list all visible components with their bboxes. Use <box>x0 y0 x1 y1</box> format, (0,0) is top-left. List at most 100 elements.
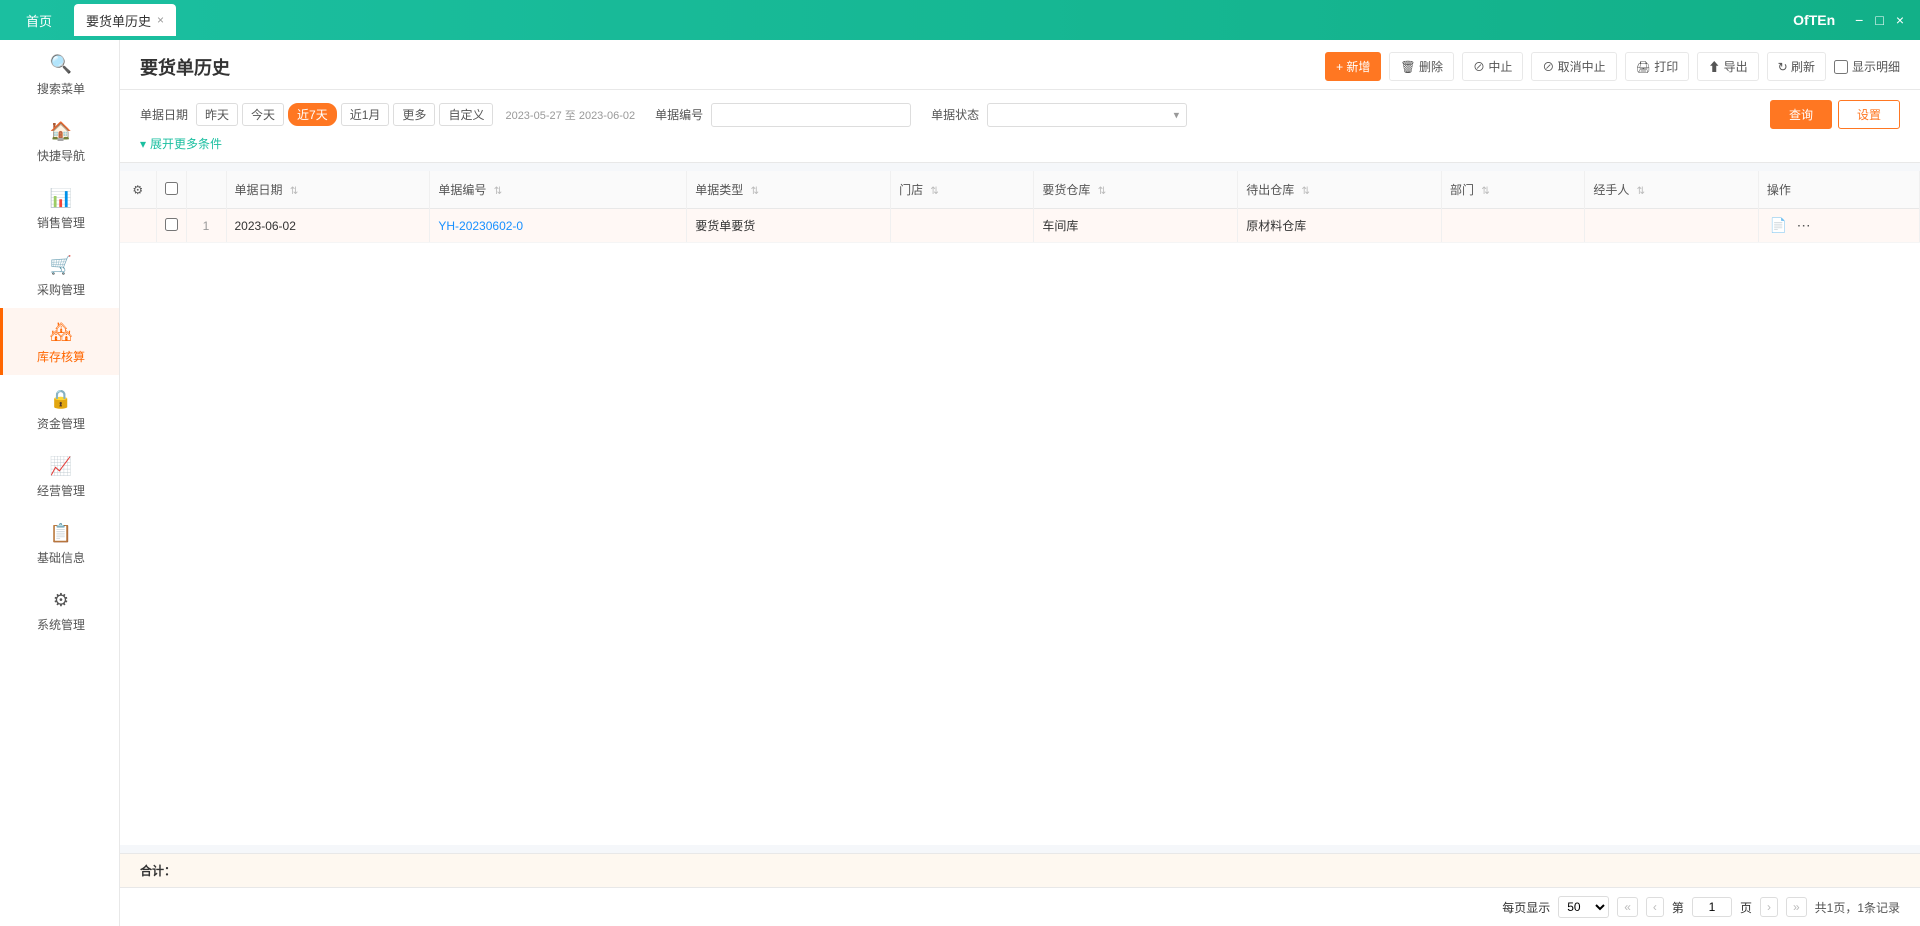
expand-more-icon: ▾ <box>140 137 146 151</box>
pagination: 每页显示 10 20 50 100 « ‹ 第 页 › » 共1页，1条记录 <box>120 887 1920 926</box>
last-page-button[interactable]: » <box>1786 897 1807 917</box>
table-body: 1 2023-06-02 YH-20230602-0 要货单要货 车间库 原材料… <box>120 209 1920 243</box>
col-num <box>186 171 226 209</box>
sidebar-item-inventory[interactable]: 🏘 库存核算 <box>0 308 119 375</box>
col-checkbox[interactable] <box>156 171 186 209</box>
sidebar-item-search-label: 搜索菜单 <box>37 80 85 97</box>
date-filter-group: 单据日期 昨天 今天 近7天 近1月 更多 自定义 2023-05-27 至 2… <box>140 103 635 126</box>
col-doc-date-label: 单据日期 <box>235 183 283 197</box>
sort-pending-warehouse-icon[interactable]: ⇅ <box>1302 186 1310 197</box>
page-label: 第 <box>1672 899 1684 916</box>
doc-status-select-wrapper <box>987 103 1187 127</box>
tab-home[interactable]: 首页 <box>8 0 70 40</box>
date-btn-today[interactable]: 今天 <box>242 103 284 126</box>
row-doc-no[interactable]: YH-20230602-0 <box>430 209 687 243</box>
search-icon: 🔍 <box>50 54 72 75</box>
sidebar-item-sales[interactable]: 📊 销售管理 <box>0 174 119 241</box>
export-button[interactable]: ⬆ 导出 <box>1697 52 1758 81</box>
date-btn-custom[interactable]: 自定义 <box>439 103 493 126</box>
date-btn-more[interactable]: 更多 <box>393 103 435 126</box>
col-handler-label: 经手人 <box>1593 183 1629 197</box>
col-doc-no: 单据编号 ⇅ <box>430 171 687 209</box>
total-info: 共1页，1条记录 <box>1815 899 1900 916</box>
sidebar-item-search[interactable]: 🔍 搜索菜单 <box>0 40 119 107</box>
col-settings[interactable]: ⚙ <box>120 171 156 209</box>
settings-button[interactable]: 设置 <box>1838 100 1900 129</box>
brand-label: OfTEn <box>1793 12 1843 28</box>
doc-status-select[interactable] <box>987 103 1187 127</box>
system-icon: ⚙ <box>53 590 69 611</box>
row-handler <box>1585 209 1759 243</box>
sidebar-item-basic[interactable]: 📋 基础信息 <box>0 509 119 576</box>
sort-doc-no-icon[interactable]: ⇅ <box>494 186 502 197</box>
tab-list: 首页 要货单历史 × <box>8 0 1793 40</box>
filter-row-1: 单据日期 昨天 今天 近7天 近1月 更多 自定义 2023-05-27 至 2… <box>140 100 1900 129</box>
new-button[interactable]: + 新增 <box>1325 52 1381 81</box>
delete-button[interactable]: 🗑 删除 <box>1389 52 1454 81</box>
window-minimize-button[interactable]: − <box>1855 12 1863 28</box>
query-button[interactable]: 查询 <box>1770 100 1832 129</box>
doc-no-link[interactable]: YH-20230602-0 <box>438 219 523 233</box>
tab-close-icon[interactable]: × <box>157 13 164 27</box>
sort-req-warehouse-icon[interactable]: ⇅ <box>1098 186 1106 197</box>
sort-doc-type-icon[interactable]: ⇅ <box>751 186 759 197</box>
col-department: 部门 ⇅ <box>1442 171 1585 209</box>
sidebar-item-nav-label: 快捷导航 <box>37 147 85 164</box>
select-all-checkbox[interactable] <box>165 182 178 195</box>
date-btn-1month[interactable]: 近1月 <box>341 103 390 126</box>
tab-history[interactable]: 要货单历史 × <box>74 4 176 36</box>
col-doc-no-label: 单据编号 <box>438 183 486 197</box>
row-more-icon[interactable]: ⋯ <box>1797 217 1811 233</box>
next-page-button[interactable]: › <box>1760 897 1778 917</box>
row-num: 1 <box>186 209 226 243</box>
doc-no-filter-group: 单据编号 <box>655 103 911 127</box>
window-close-button[interactable]: × <box>1896 12 1904 28</box>
col-req-warehouse-label: 要货仓库 <box>1042 183 1090 197</box>
sort-department-icon[interactable]: ⇅ <box>1481 186 1489 197</box>
sidebar-item-operation[interactable]: 📈 经营管理 <box>0 442 119 509</box>
page-number-input[interactable] <box>1692 897 1732 917</box>
col-pending-warehouse: 待出仓库 ⇅ <box>1238 171 1442 209</box>
row-req-warehouse: 车间库 <box>1034 209 1238 243</box>
row-department <box>1442 209 1585 243</box>
toolbar: + 新增 🗑 删除 ⊘ 中止 ⊘ 取消中止 🖨 打印 ⬆ 导出 ↻ 刷新 显示明… <box>1325 52 1900 81</box>
sidebar-item-system-label: 系统管理 <box>37 616 85 633</box>
row-settings <box>120 209 156 243</box>
sidebar: 🔍 搜索菜单 🏠 快捷导航 📊 销售管理 🛒 采购管理 🏘 库存核算 🔒 资金管… <box>0 40 120 926</box>
show-detail-label: 显示明细 <box>1852 58 1900 75</box>
row-view-icon[interactable]: 📄 <box>1770 217 1787 233</box>
show-detail-checkbox[interactable] <box>1834 60 1848 74</box>
expand-more-btn[interactable]: ▾ 展开更多条件 <box>140 135 1900 152</box>
window-maximize-button[interactable]: □ <box>1875 12 1883 28</box>
col-department-label: 部门 <box>1450 183 1474 197</box>
sort-handler-icon[interactable]: ⇅ <box>1637 186 1645 197</box>
col-doc-type-label: 单据类型 <box>695 183 743 197</box>
sort-store-icon[interactable]: ⇅ <box>930 186 938 197</box>
prev-page-button[interactable]: ‹ <box>1646 897 1664 917</box>
basic-icon: 📋 <box>50 523 72 544</box>
filter-bar: 单据日期 昨天 今天 近7天 近1月 更多 自定义 2023-05-27 至 2… <box>120 90 1920 163</box>
sort-doc-date-icon[interactable]: ⇅ <box>290 186 298 197</box>
sidebar-item-finance[interactable]: 🔒 资金管理 <box>0 375 119 442</box>
stop-button[interactable]: ⊘ 中止 <box>1462 52 1523 81</box>
date-btn-7days[interactable]: 近7天 <box>288 103 337 126</box>
col-operation-label: 操作 <box>1767 183 1791 197</box>
table-row: 1 2023-06-02 YH-20230602-0 要货单要货 车间库 原材料… <box>120 209 1920 243</box>
date-filter-label: 单据日期 <box>140 106 188 123</box>
print-button[interactable]: 🖨 打印 <box>1625 52 1690 81</box>
row-checkbox[interactable] <box>165 218 178 231</box>
sidebar-item-purchase[interactable]: 🛒 采购管理 <box>0 241 119 308</box>
row-checkbox-cell[interactable] <box>156 209 186 243</box>
sidebar-item-nav[interactable]: 🏠 快捷导航 <box>0 107 119 174</box>
date-btn-yesterday[interactable]: 昨天 <box>196 103 238 126</box>
purchase-icon: 🛒 <box>50 255 72 276</box>
date-range-text: 2023-05-27 至 2023-06-02 <box>505 107 635 123</box>
home-icon: 🏠 <box>50 121 72 142</box>
per-page-select[interactable]: 10 20 50 100 <box>1558 896 1609 918</box>
doc-no-input[interactable] <box>711 103 911 127</box>
first-page-button[interactable]: « <box>1617 897 1638 917</box>
cancel-stop-button[interactable]: ⊘ 取消中止 <box>1531 52 1616 81</box>
sidebar-item-system[interactable]: ⚙ 系统管理 <box>0 576 119 643</box>
show-detail-toggle[interactable]: 显示明细 <box>1834 58 1900 75</box>
refresh-button[interactable]: ↻ 刷新 <box>1767 52 1826 81</box>
